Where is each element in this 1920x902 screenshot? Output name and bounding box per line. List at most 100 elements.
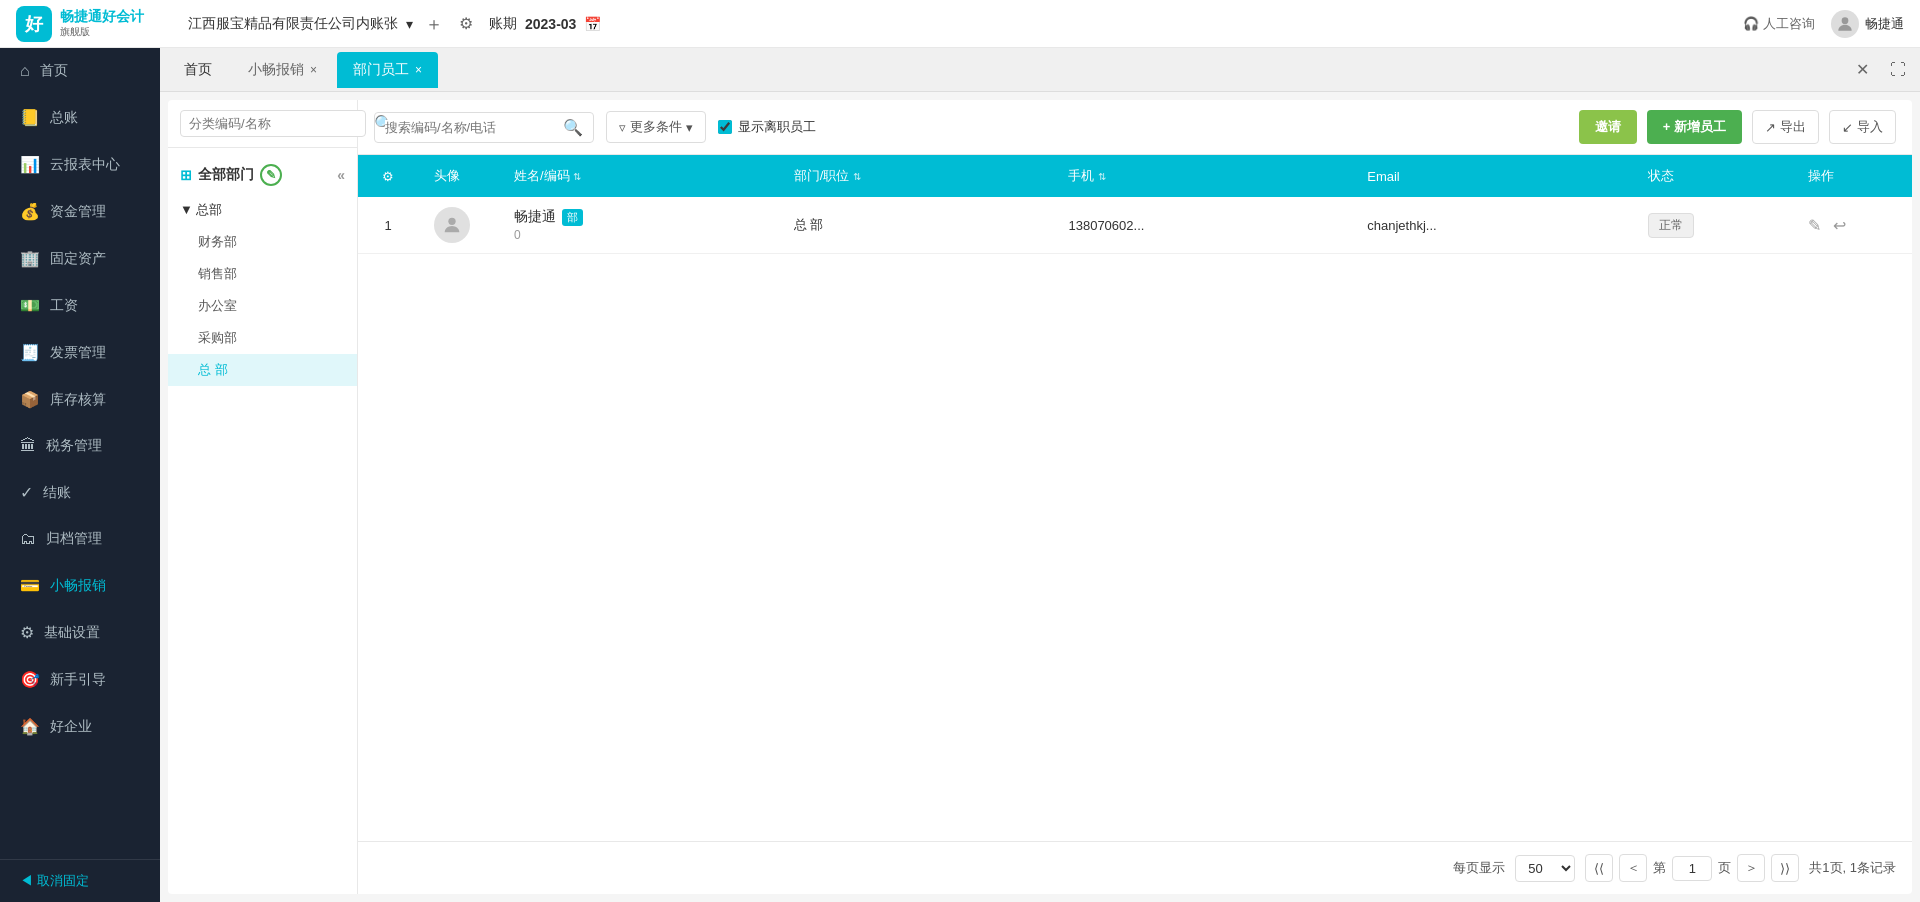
guide-icon: 🎯 [20,670,40,689]
dept-tree-item-general-sub[interactable]: 总 部 [168,354,357,386]
search-icon[interactable]: 🔍 [563,118,583,137]
sidebar-item-label-reports: 云报表中心 [50,156,120,174]
sidebar-item-archive[interactable]: 🗂 归档管理 [0,516,160,562]
chevron-down-icon: ▾ [686,120,693,135]
sidebar-item-settings[interactable]: ⚙ 基础设置 [0,609,160,656]
dept-search-area: 🔍 [168,100,357,148]
inventory-icon: 📦 [20,390,40,409]
pagination: 每页显示 50 100 200 ⟨⟨ ＜ 第 页 ＞ ⟩⟩ [358,841,1912,894]
col-name-code[interactable]: 姓名/编码 ⇅ [498,155,778,197]
sidebar-item-fund[interactable]: 💰 资金管理 [0,188,160,235]
col-status-label: 状态 [1648,168,1674,183]
assets-icon: 🏢 [20,249,40,268]
ledger-icon: 📒 [20,108,40,127]
svg-point-0 [1842,17,1849,24]
name-code-area: 畅捷通 部 0 [514,208,762,242]
chart-icon: 📊 [20,155,40,174]
sidebar-item-close[interactable]: ✓ 结账 [0,469,160,516]
sidebar-item-expense[interactable]: 💳 小畅报销 [0,562,160,609]
fund-icon: 💰 [20,202,40,221]
status-badge: 正常 [1648,213,1694,238]
import-icon: ↙ [1842,120,1853,135]
tab-close-window-icon[interactable]: ✕ [1848,56,1876,84]
page-next-button[interactable]: ＞ [1737,854,1765,882]
page-first-button[interactable]: ⟨⟨ [1585,854,1613,882]
dept-tree-item-sales[interactable]: 销售部 [168,258,357,290]
tab-expense-close-icon[interactable]: × [310,63,317,77]
sidebar-item-label-invoice: 发票管理 [50,344,106,362]
tab-expense[interactable]: 小畅报销 × [232,52,333,88]
calendar-icon[interactable]: 📅 [584,16,601,32]
dept-tree-item-general[interactable]: ▼ 总部 [168,194,357,226]
home-icon: ⌂ [20,62,30,80]
dept-tree: ⊞ 全部部门 ✎ « ▼ 总部 财务部 销售部 办公室 [168,148,357,894]
sidebar-item-reports[interactable]: 📊 云报表中心 [0,141,160,188]
sidebar-item-enterprise[interactable]: 🏠 好企业 [0,703,160,750]
add-icon[interactable]: ＋ [425,12,443,36]
dept-tree-item-purchase[interactable]: 采购部 [168,322,357,354]
dept-badge: 部 [562,209,583,226]
sidebar-item-guide[interactable]: 🎯 新手引导 [0,656,160,703]
import-button[interactable]: ↙ 导入 [1829,110,1896,144]
dept-edit-icon[interactable]: ✎ [260,164,282,186]
cell-status: 正常 [1632,197,1792,254]
page-prev-button[interactable]: ＜ [1619,854,1647,882]
col-mobile[interactable]: 手机 ⇅ [1052,155,1351,197]
sidebar-item-home[interactable]: ⌂ 首页 [0,48,160,94]
export-button[interactable]: ↗ 导出 [1752,110,1819,144]
support-label: 人工咨询 [1763,15,1815,33]
sidebar-item-general-ledger[interactable]: 📒 总账 [0,94,160,141]
sort-name-icon: ⇅ [573,171,581,182]
period-label: 账期 [489,15,517,33]
invite-button[interactable]: 邀请 [1579,110,1637,144]
sidebar-item-salary[interactable]: 💵 工资 [0,282,160,329]
user-avatar [1831,10,1859,38]
add-employee-label: + 新增员工 [1663,118,1726,136]
dept-search-input[interactable] [180,110,366,137]
employee-search-input[interactable] [385,120,555,135]
user-area[interactable]: 畅捷通 [1831,10,1904,38]
tab-expense-label: 小畅报销 [248,61,304,79]
show-resigned-checkbox[interactable] [718,120,732,134]
dept-tree-item-office[interactable]: 办公室 [168,290,357,322]
close-account-icon: ✓ [20,483,33,502]
page-nav: ⟨⟨ ＜ 第 页 ＞ ⟩⟩ [1585,854,1799,882]
page-number-input[interactable] [1672,856,1712,881]
settings-icon[interactable]: ⚙ [459,14,473,33]
more-filter-button[interactable]: ▿ 更多条件 ▾ [606,111,706,143]
cell-name-code: 畅捷通 部 0 [498,197,778,254]
tab-home[interactable]: 首页 [168,52,228,88]
company-selector[interactable]: 江西服宝精品有限责任公司内账张 ▾ [176,15,425,33]
col-status: 状态 [1632,155,1792,197]
table-row: 1 畅捷通 [358,197,1912,254]
sidebar-item-inventory[interactable]: 📦 库存核算 [0,376,160,423]
col-num[interactable]: ⚙ [358,155,418,197]
page-prefix-label: 第 [1653,859,1666,877]
sidebar-item-invoice[interactable]: 🧾 发票管理 [0,329,160,376]
sidebar-item-label-expense: 小畅报销 [50,577,106,595]
sidebar-item-tax[interactable]: 🏛 税务管理 [0,423,160,469]
logout-button[interactable]: ↩ [1833,216,1846,235]
dept-all-row[interactable]: ⊞ 全部部门 ✎ « [168,156,357,194]
unpin-button[interactable]: ◀ 取消固定 [0,859,160,902]
employee-data-table: ⚙ 头像 姓名/编码 ⇅ 部门/职位 ⇅ [358,155,1912,254]
dept-tree-item-finance[interactable]: 财务部 [168,226,357,258]
page-last-button[interactable]: ⟩⟩ [1771,854,1799,882]
employee-name-text: 畅捷通 [514,208,556,226]
user-name: 畅捷通 [1865,15,1904,33]
per-page-select[interactable]: 50 100 200 [1515,855,1575,882]
support-button[interactable]: 🎧 人工咨询 [1743,15,1815,33]
sidebar-item-assets[interactable]: 🏢 固定资产 [0,235,160,282]
tab-dept-employee-close-icon[interactable]: × [415,63,422,77]
dept-collapse-icon[interactable]: « [337,167,345,183]
cell-email: chanjethkj... [1351,197,1632,254]
tab-dept-employee[interactable]: 部门员工 × [337,52,438,88]
sidebar-item-label-tax: 税务管理 [46,437,102,455]
add-employee-button[interactable]: + 新增员工 [1647,110,1742,144]
tab-bar: 首页 小畅报销 × 部门员工 × ✕ ⛶ [160,48,1920,92]
edit-button[interactable]: ✎ [1808,216,1821,235]
archive-icon: 🗂 [20,530,36,548]
tab-maximize-icon[interactable]: ⛶ [1884,56,1912,84]
col-dept[interactable]: 部门/职位 ⇅ [778,155,1053,197]
invite-label: 邀请 [1595,119,1621,134]
